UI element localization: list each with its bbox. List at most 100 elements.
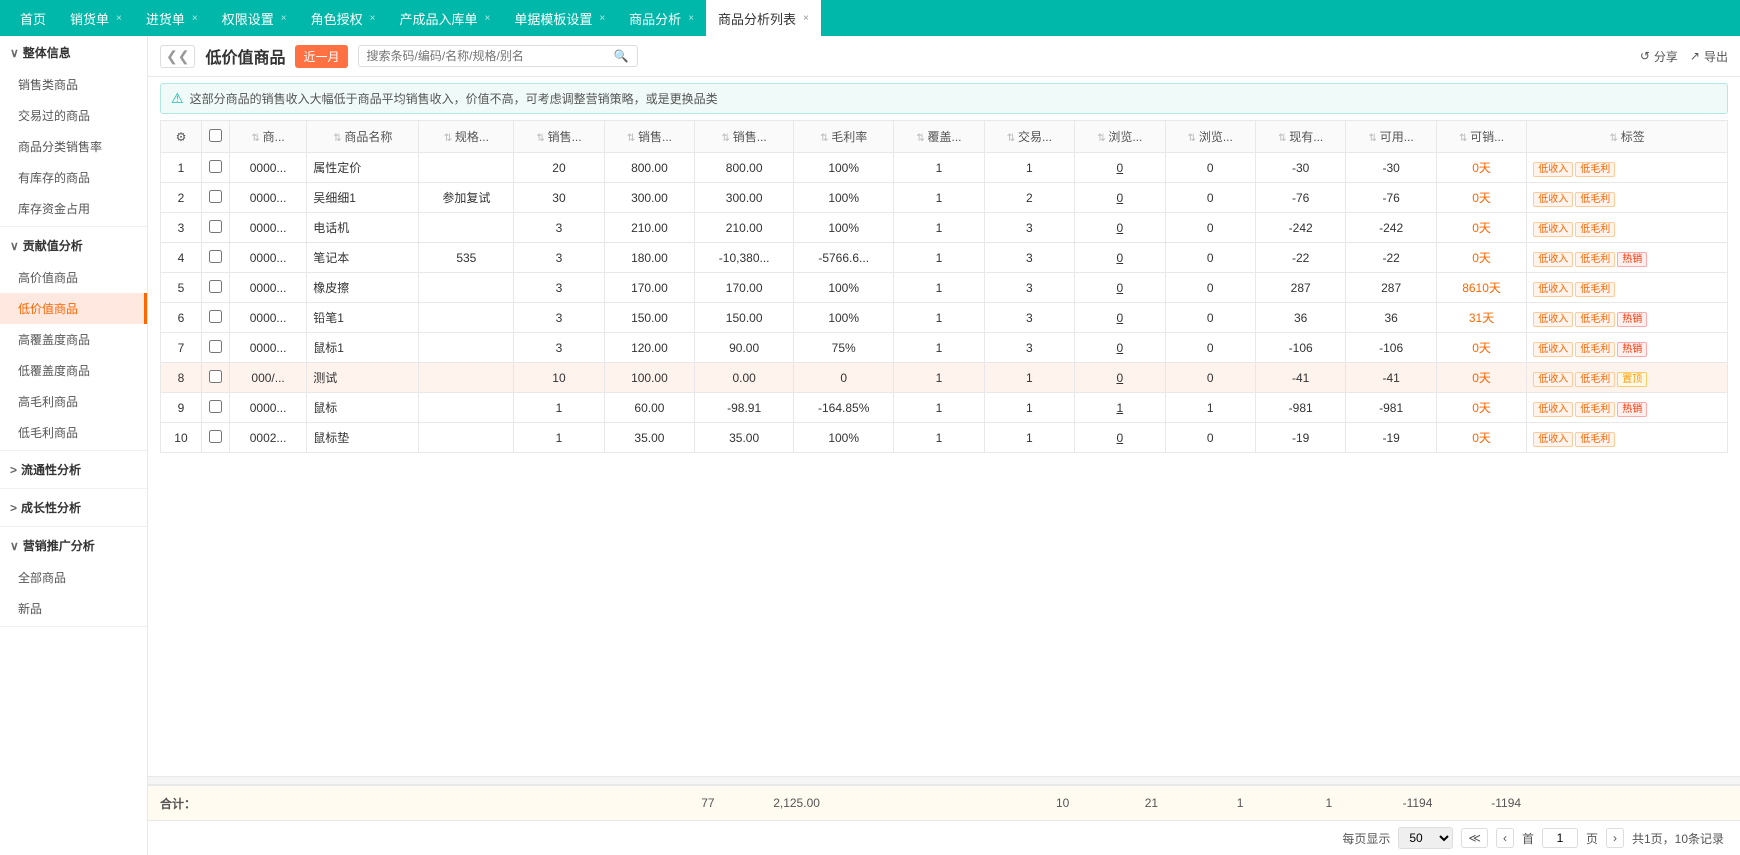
nav-item-进货单[interactable]: 进货单× xyxy=(134,0,210,36)
nav-close-icon[interactable]: × xyxy=(281,13,287,24)
sort-icon[interactable]: ⇅ xyxy=(252,133,263,144)
nav-close-icon[interactable]: × xyxy=(484,13,490,24)
sidebar-item-有库存的商品[interactable]: 有库存的商品 xyxy=(0,162,147,193)
sort-icon[interactable]: ⇅ xyxy=(333,133,344,144)
sidebar-group-整体信息[interactable]: ∨整体信息 xyxy=(0,36,147,69)
row-checkbox[interactable] xyxy=(209,340,222,353)
sidebar-item-高价值商品[interactable]: 高价值商品 xyxy=(0,262,147,293)
nav-close-icon[interactable]: × xyxy=(688,13,694,24)
select-all-checkbox[interactable] xyxy=(209,129,222,142)
nav-close-icon[interactable]: × xyxy=(599,13,605,24)
row-checkbox[interactable] xyxy=(209,310,222,323)
row-name[interactable]: 属性定价 xyxy=(307,153,419,183)
view1-link[interactable]: 0 xyxy=(1116,371,1123,385)
row-name[interactable]: 鼠标垫 xyxy=(307,423,419,453)
nav-close-icon[interactable]: × xyxy=(116,13,122,24)
view1-link[interactable]: 1 xyxy=(1116,401,1123,415)
row-checkbox[interactable] xyxy=(209,190,222,203)
sort-icon[interactable]: ⇅ xyxy=(1459,133,1470,144)
view1-link[interactable]: 0 xyxy=(1116,161,1123,175)
nav-item-商品分析列表[interactable]: 商品分析列表× xyxy=(706,0,821,36)
sort-icon[interactable]: ⇅ xyxy=(820,133,831,144)
nav-item-商品分析[interactable]: 商品分析× xyxy=(617,0,706,36)
sidebar-item-商品分类销售率[interactable]: 商品分类销售率 xyxy=(0,131,147,162)
row-view1[interactable]: 0 xyxy=(1075,423,1165,453)
row-name[interactable]: 鼠标 xyxy=(307,393,419,423)
view1-link[interactable]: 0 xyxy=(1116,281,1123,295)
row-view1[interactable]: 0 xyxy=(1075,213,1165,243)
row-checkbox[interactable] xyxy=(209,160,222,173)
sort-icon[interactable]: ⇅ xyxy=(1369,133,1380,144)
sort-icon[interactable]: ⇅ xyxy=(536,133,547,144)
nav-item-权限设置[interactable]: 权限设置× xyxy=(210,0,299,36)
row-view1[interactable]: 0 xyxy=(1075,303,1165,333)
sidebar-item-新品[interactable]: 新品 xyxy=(0,593,147,624)
nav-close-icon[interactable]: × xyxy=(192,13,198,24)
column-header-coverage[interactable]: ⇅ 覆盖... xyxy=(894,121,984,153)
row-checkbox[interactable] xyxy=(209,400,222,413)
view1-link[interactable]: 0 xyxy=(1116,311,1123,325)
nav-item-首页[interactable]: 首页 xyxy=(8,0,58,36)
view1-link[interactable]: 0 xyxy=(1116,251,1123,265)
sidebar-group-成长性分析[interactable]: >成长性分析 xyxy=(0,491,147,524)
column-header-view2[interactable]: ⇅ 浏览... xyxy=(1165,121,1255,153)
column-header-name[interactable]: ⇅ 商品名称 xyxy=(307,121,419,153)
view1-link[interactable]: 0 xyxy=(1116,341,1123,355)
sidebar-item-高毛利商品[interactable]: 高毛利商品 xyxy=(0,386,147,417)
row-name[interactable]: 电话机 xyxy=(307,213,419,243)
row-name[interactable]: 吴细细1 xyxy=(307,183,419,213)
filter-button[interactable]: 近一月 xyxy=(295,45,347,68)
column-header-sale_qty[interactable]: ⇅ 销售... xyxy=(514,121,604,153)
first-page-button[interactable]: ≪ xyxy=(1461,828,1488,848)
sidebar-group-营销推广分析[interactable]: ∨营销推广分析 xyxy=(0,529,147,562)
column-header-sale_price[interactable]: ⇅ 销售... xyxy=(604,121,694,153)
sort-icon[interactable]: ⇅ xyxy=(1097,133,1108,144)
share-action[interactable]: ↺ 分享 xyxy=(1640,48,1678,65)
row-name[interactable]: 笔记本 xyxy=(307,243,419,273)
row-checkbox[interactable] xyxy=(209,220,222,233)
column-header-saleable[interactable]: ⇅ 可销... xyxy=(1436,121,1526,153)
nav-item-单据模板设置[interactable]: 单据模板设置× xyxy=(502,0,617,36)
sidebar-group-贡献值分析[interactable]: ∨贡献值分析 xyxy=(0,229,147,262)
row-name[interactable]: 测试 xyxy=(307,363,419,393)
row-view1[interactable]: 0 xyxy=(1075,363,1165,393)
sidebar-item-低覆盖度商品[interactable]: 低覆盖度商品 xyxy=(0,355,147,386)
row-checkbox[interactable] xyxy=(209,250,222,263)
sidebar-item-低毛利商品[interactable]: 低毛利商品 xyxy=(0,417,147,448)
column-header-sale_amount[interactable]: ⇅ 销售... xyxy=(695,121,794,153)
nav-close-icon[interactable]: × xyxy=(803,13,809,24)
nav-item-产成品入库单[interactable]: 产成品入库单× xyxy=(387,0,502,36)
sort-icon[interactable]: ⇅ xyxy=(627,133,638,144)
sidebar-item-高覆盖度商品[interactable]: 高覆盖度商品 xyxy=(0,324,147,355)
view1-link[interactable]: 0 xyxy=(1116,431,1123,445)
prev-page-button[interactable]: ‹ xyxy=(1496,828,1514,848)
search-icon[interactable]: 🔍 xyxy=(614,49,629,63)
sidebar-item-低价值商品[interactable]: 低价值商品 xyxy=(0,293,147,324)
row-view1[interactable]: 0 xyxy=(1075,273,1165,303)
row-name[interactable]: 橡皮擦 xyxy=(307,273,419,303)
column-header-settings[interactable]: ⚙ xyxy=(161,121,202,153)
export-action[interactable]: ↗ 导出 xyxy=(1690,48,1728,65)
sidebar-group-流通性分析[interactable]: >流通性分析 xyxy=(0,453,147,486)
horizontal-scrollbar[interactable] xyxy=(148,776,1740,784)
page-number-input[interactable] xyxy=(1542,828,1578,848)
row-name[interactable]: 铅笔1 xyxy=(307,303,419,333)
row-checkbox[interactable] xyxy=(209,280,222,293)
column-header-checkbox[interactable] xyxy=(201,121,229,153)
row-view1[interactable]: 0 xyxy=(1075,243,1165,273)
search-input[interactable] xyxy=(367,49,610,63)
sort-icon[interactable]: ⇅ xyxy=(444,133,455,144)
sort-icon[interactable]: ⇅ xyxy=(722,133,733,144)
sort-icon[interactable]: ⇅ xyxy=(1188,133,1199,144)
nav-close-icon[interactable]: × xyxy=(370,13,376,24)
view1-link[interactable]: 0 xyxy=(1116,191,1123,205)
column-header-view1[interactable]: ⇅ 浏览... xyxy=(1075,121,1165,153)
row-name[interactable]: 鼠标1 xyxy=(307,333,419,363)
row-view1[interactable]: 0 xyxy=(1075,183,1165,213)
row-view1[interactable]: 0 xyxy=(1075,333,1165,363)
sidebar-item-销售类商品[interactable]: 销售类商品 xyxy=(0,69,147,100)
row-checkbox[interactable] xyxy=(209,430,222,443)
column-header-transaction[interactable]: ⇅ 交易... xyxy=(984,121,1074,153)
column-header-tags[interactable]: ⇅ 标签 xyxy=(1527,121,1728,153)
column-header-code[interactable]: ⇅ 商... xyxy=(229,121,306,153)
